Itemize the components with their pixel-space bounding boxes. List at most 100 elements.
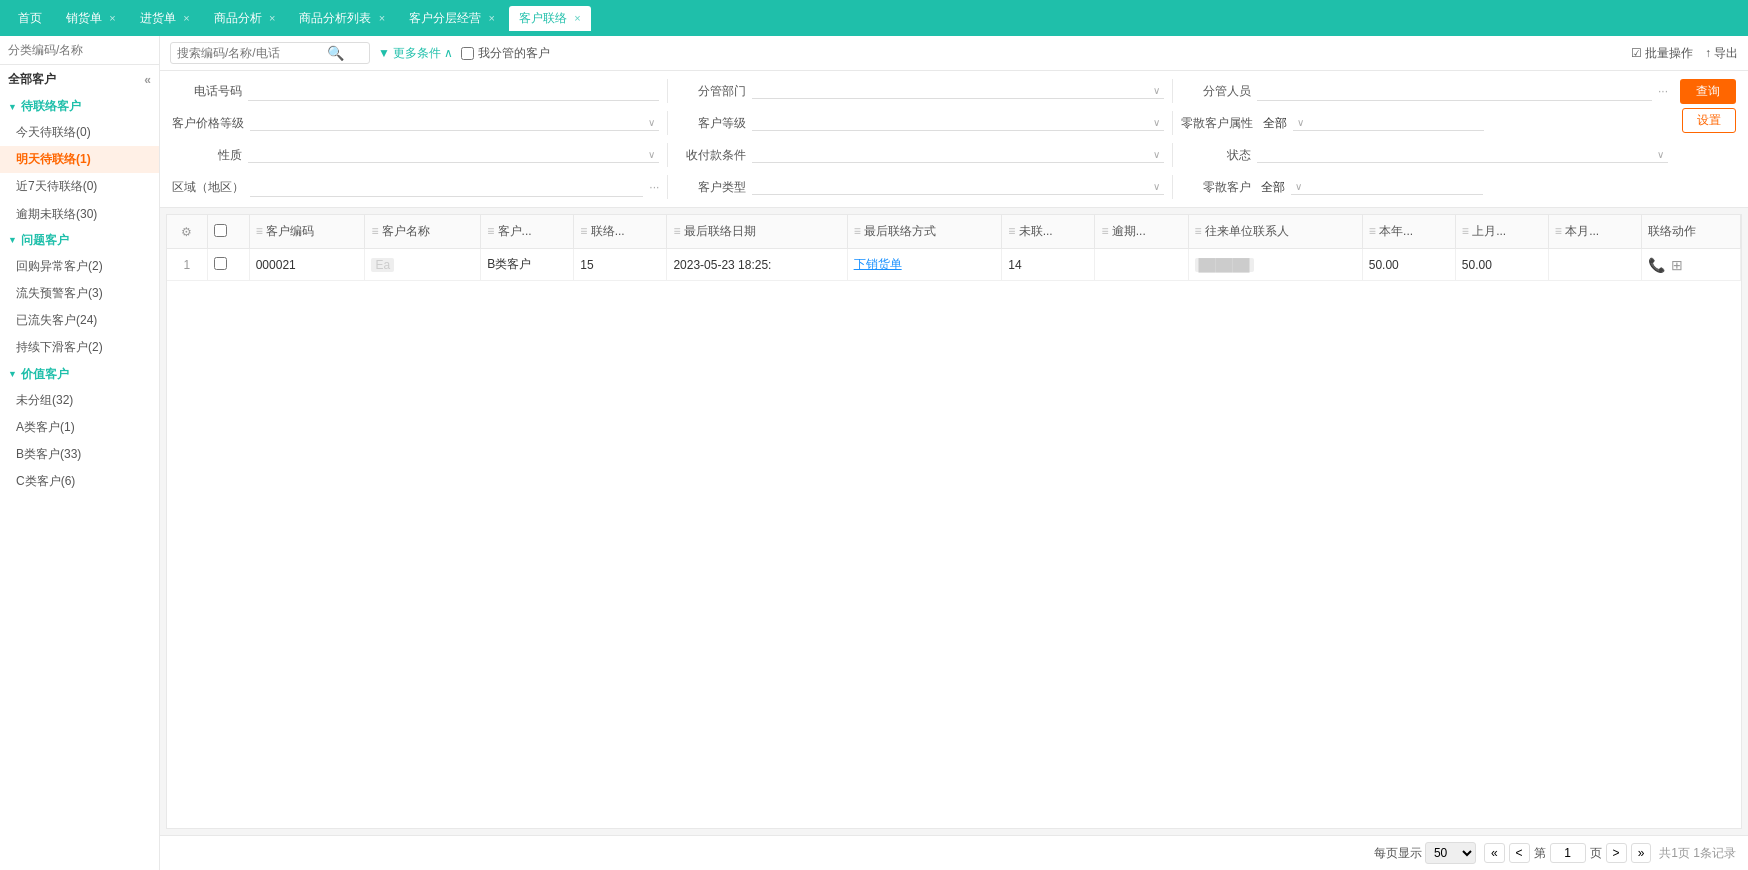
sidebar-item-today[interactable]: 今天待联络(0) bbox=[0, 119, 159, 146]
nav-product-analysis-list[interactable]: 商品分析列表 × bbox=[289, 6, 395, 31]
filter-retail-customer-chevron: ∨ bbox=[1295, 181, 1302, 192]
sidebar-group-problem-customers[interactable]: 问题客户 bbox=[0, 228, 159, 253]
filter-retail-customer-select[interactable]: ∨ bbox=[1291, 179, 1484, 195]
next-page-button[interactable]: > bbox=[1606, 843, 1627, 863]
filter-manager-dots[interactable]: ··· bbox=[1658, 84, 1668, 98]
sidebar-item-ungrouped[interactable]: 未分组(32) bbox=[0, 387, 159, 414]
filter-row-2: 客户价格等级 ∨ 客户等级 ∨ bbox=[172, 111, 1668, 135]
last-contact-method-link[interactable]: 下销货单 bbox=[854, 257, 902, 271]
filter-dept: 分管部门 ∨ bbox=[676, 83, 1163, 100]
filter-row-3: 性质 ∨ 收付款条件 ∨ bbox=[172, 143, 1668, 167]
td-company-contact: ██████ bbox=[1188, 249, 1362, 281]
filter-dept-label: 分管部门 bbox=[676, 83, 746, 100]
filter-payment-select[interactable]: ∨ bbox=[752, 147, 1163, 163]
td-customer-name: Ea bbox=[365, 249, 481, 281]
settings-button[interactable]: 设置 bbox=[1682, 108, 1736, 133]
filter-region-input[interactable] bbox=[250, 178, 643, 197]
toolbar: 🔍 ▼ 更多条件 ∧ 我分管的客户 ☑ 批量操作 ↑ 导出 bbox=[160, 36, 1748, 71]
my-customers-checkbox[interactable] bbox=[461, 47, 474, 60]
content-area: 🔍 ▼ 更多条件 ∧ 我分管的客户 ☑ 批量操作 ↑ 导出 bbox=[160, 36, 1748, 870]
filter-phone-input[interactable] bbox=[248, 82, 659, 101]
th-overdue[interactable]: 逾期... bbox=[1095, 215, 1188, 249]
filter-customer-grade-select[interactable]: ∨ bbox=[752, 115, 1163, 131]
th-this-month[interactable]: 本月... bbox=[1548, 215, 1641, 249]
sidebar-all-customers[interactable]: 全部客户 « bbox=[0, 65, 159, 94]
sidebar-item-overdue[interactable]: 逾期未联络(30) bbox=[0, 201, 159, 228]
toolbar-right-actions: ☑ 批量操作 ↑ 导出 bbox=[1631, 45, 1738, 62]
nav-home[interactable]: 首页 bbox=[8, 6, 52, 31]
th-customer-type[interactable]: 客户... bbox=[481, 215, 574, 249]
filter-manager-input[interactable] bbox=[1257, 82, 1652, 101]
nav-purchase-order-close[interactable]: × bbox=[183, 12, 189, 24]
nav-customer-contact-close[interactable]: × bbox=[574, 12, 580, 24]
filter-region-dots[interactable]: ··· bbox=[649, 180, 659, 194]
th-this-year[interactable]: 本年... bbox=[1362, 215, 1455, 249]
td-checkbox[interactable] bbox=[207, 249, 249, 281]
more-filters-button[interactable]: ▼ 更多条件 ∧ bbox=[378, 45, 453, 62]
first-page-button[interactable]: « bbox=[1484, 843, 1505, 863]
nav-sales-order-close[interactable]: × bbox=[109, 12, 115, 24]
my-customers-checkbox-area[interactable]: 我分管的客户 bbox=[461, 45, 550, 62]
sidebar-item-repeated-abnormal[interactable]: 回购异常客户(2) bbox=[0, 253, 159, 280]
th-company-contact[interactable]: 往来单位联系人 bbox=[1188, 215, 1362, 249]
gear-icon[interactable]: ⚙ bbox=[181, 225, 192, 239]
th-last-month[interactable]: 上月... bbox=[1455, 215, 1548, 249]
grid-action-icon[interactable]: ⊞ bbox=[1671, 257, 1683, 273]
th-contact[interactable]: 联络... bbox=[574, 215, 667, 249]
total-info: 共1页 1条记录 bbox=[1659, 845, 1736, 862]
th-customer-code[interactable]: 客户编码 bbox=[249, 215, 365, 249]
filter-phone-label: 电话号码 bbox=[172, 83, 242, 100]
sidebar-group-pending-contact[interactable]: 待联络客户 bbox=[0, 94, 159, 119]
sidebar-item-continuous-decline[interactable]: 持续下滑客户(2) bbox=[0, 334, 159, 361]
filter-dept-select[interactable]: ∨ bbox=[752, 83, 1163, 99]
page-size-select[interactable]: 50 10 20 100 bbox=[1425, 842, 1476, 864]
th-last-contact-method[interactable]: 最后联络方式 bbox=[847, 215, 1002, 249]
page-number-input[interactable] bbox=[1550, 843, 1586, 863]
table-header-row: ⚙ 客户编码 客户名称 客户... 联络... 最后联络日期 最后联络方式 未联… bbox=[167, 215, 1741, 249]
nav-product-analysis-close[interactable]: × bbox=[269, 12, 275, 24]
export-button[interactable]: ↑ 导出 bbox=[1705, 45, 1738, 62]
sidebar-item-class-b[interactable]: B类客户(33) bbox=[0, 441, 159, 468]
phone-action-icon[interactable]: 📞 bbox=[1648, 257, 1665, 273]
nav-purchase-order[interactable]: 进货单 × bbox=[130, 6, 200, 31]
nav-product-analysis[interactable]: 商品分析 × bbox=[204, 6, 286, 31]
td-customer-type: B类客户 bbox=[481, 249, 574, 281]
row-checkbox[interactable] bbox=[214, 257, 227, 270]
sidebar-group-value-customers[interactable]: 价值客户 bbox=[0, 362, 159, 387]
filter-retail-attr-select[interactable]: ∨ bbox=[1293, 115, 1485, 131]
th-last-contact-date[interactable]: 最后联络日期 bbox=[667, 215, 847, 249]
th-uncontacted[interactable]: 未联... bbox=[1002, 215, 1095, 249]
nav-customer-tier-close[interactable]: × bbox=[488, 12, 494, 24]
sidebar-item-class-c[interactable]: C类客户(6) bbox=[0, 468, 159, 495]
top-navigation: 首页 销货单 × 进货单 × 商品分析 × 商品分析列表 × 客户分层经营 × … bbox=[0, 0, 1748, 36]
query-button[interactable]: 查询 bbox=[1680, 79, 1736, 104]
filter-price-level-label: 客户价格等级 bbox=[172, 115, 244, 132]
nav-customer-contact[interactable]: 客户联络 × bbox=[509, 6, 591, 31]
nav-customer-tier[interactable]: 客户分层经营 × bbox=[399, 6, 505, 31]
th-customer-name[interactable]: 客户名称 bbox=[365, 215, 481, 249]
last-page-button[interactable]: » bbox=[1631, 843, 1652, 863]
filter-nature-select[interactable]: ∨ bbox=[248, 147, 659, 163]
sidebar-item-lost[interactable]: 已流失客户(24) bbox=[0, 307, 159, 334]
filter-customer-type-select[interactable]: ∨ bbox=[752, 179, 1163, 195]
prev-page-button[interactable]: < bbox=[1509, 843, 1530, 863]
th-checkbox[interactable] bbox=[207, 215, 249, 249]
sidebar-item-class-a[interactable]: A类客户(1) bbox=[0, 414, 159, 441]
sidebar-item-near7days[interactable]: 近7天待联络(0) bbox=[0, 173, 159, 200]
select-all-checkbox[interactable] bbox=[214, 224, 227, 237]
nav-product-analysis-list-close[interactable]: × bbox=[379, 12, 385, 24]
filter-manager-label: 分管人员 bbox=[1181, 83, 1251, 100]
sidebar-item-lost-potential[interactable]: 流失预警客户(3) bbox=[0, 280, 159, 307]
sidebar-search-input[interactable] bbox=[8, 43, 158, 57]
page-navigation: « < 第 页 > » bbox=[1484, 843, 1651, 863]
filter-payment: 收付款条件 ∨ bbox=[676, 147, 1163, 164]
filter-status-select[interactable]: ∨ bbox=[1257, 147, 1668, 163]
main-search-input[interactable] bbox=[177, 46, 327, 60]
td-last-contact-method[interactable]: 下销货单 bbox=[847, 249, 1002, 281]
main-search-icon[interactable]: 🔍 bbox=[327, 45, 344, 61]
filter-price-level-select[interactable]: ∨ bbox=[250, 115, 659, 131]
bulk-op-button[interactable]: ☑ 批量操作 bbox=[1631, 45, 1693, 62]
sidebar-item-tomorrow[interactable]: 明天待联络(1) bbox=[0, 146, 159, 173]
filter-region: 区域（地区） ··· bbox=[172, 178, 659, 197]
nav-sales-order[interactable]: 销货单 × bbox=[56, 6, 126, 31]
